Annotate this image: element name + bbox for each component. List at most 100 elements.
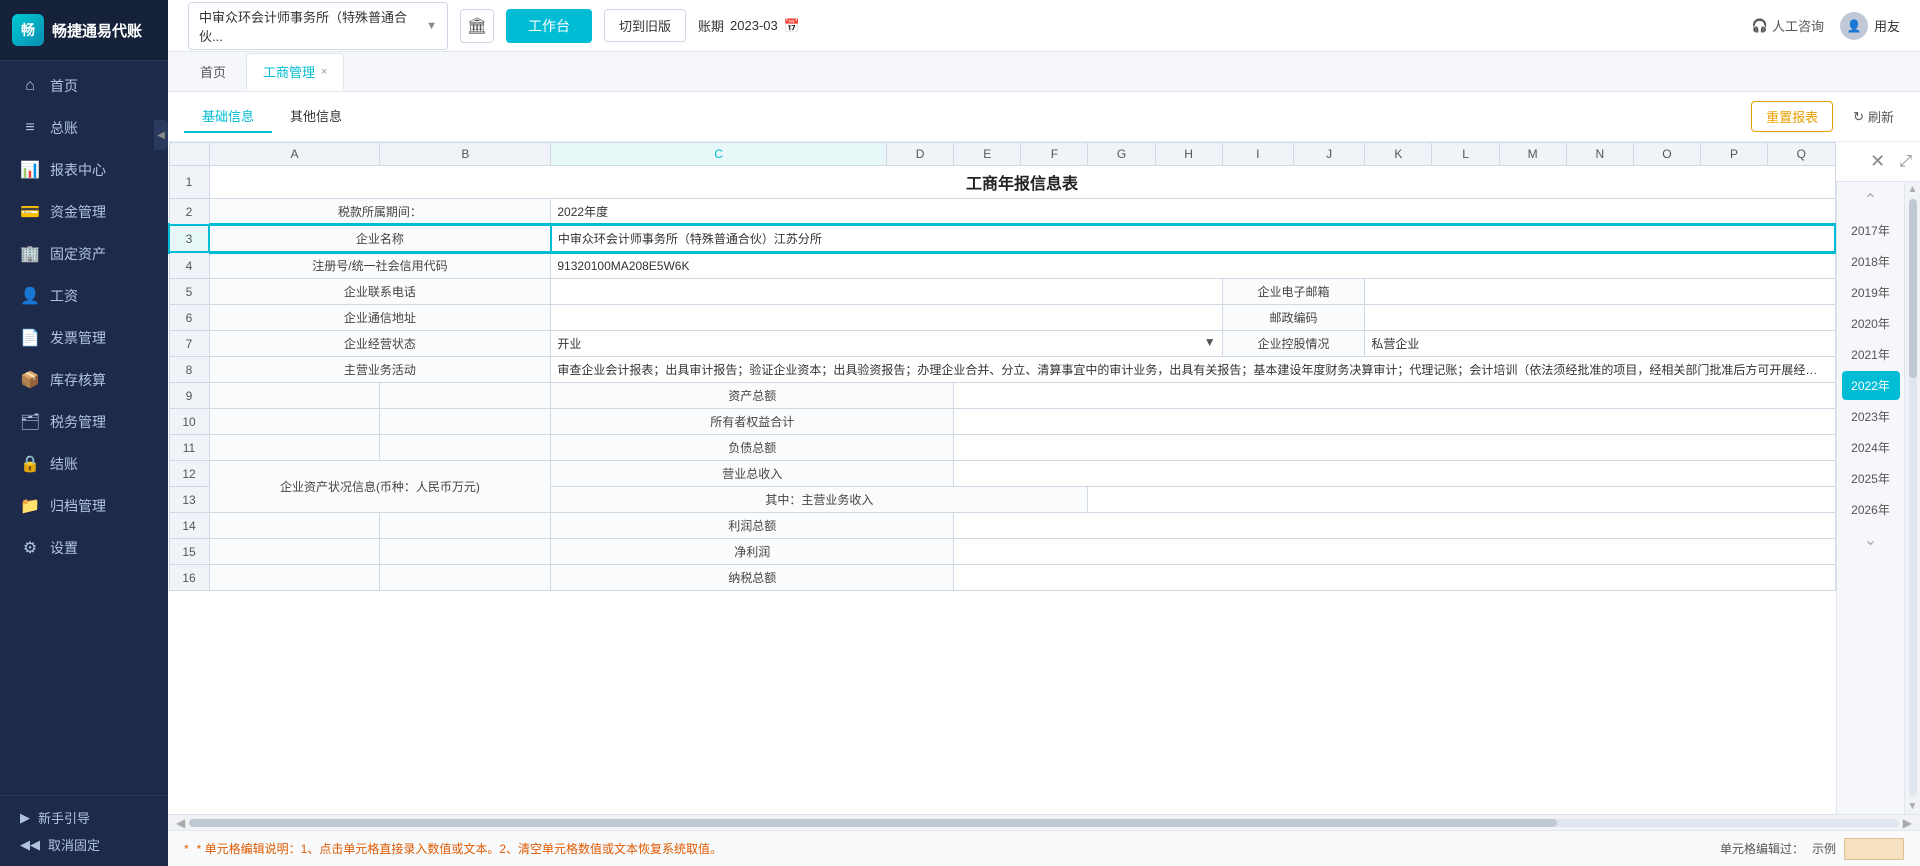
expand-icon[interactable]: ⤢ [1899, 153, 1912, 171]
net-profit-value[interactable] [954, 539, 1835, 565]
year-2023[interactable]: 2023年 [1842, 402, 1900, 431]
reg-code-value[interactable]: 91320100MA208E5W6K [551, 252, 1835, 279]
year-2018[interactable]: 2018年 [1842, 247, 1900, 276]
calendar-icon[interactable]: 📅 [784, 18, 800, 34]
sidebar-item-assets[interactable]: 🏢 固定资产 [0, 233, 168, 275]
sidebar-item-home[interactable]: ⌂ 首页 [0, 65, 168, 107]
year-2022[interactable]: 2022年 [1842, 371, 1900, 400]
reset-button[interactable]: 重置报表 [1751, 101, 1833, 132]
company-name-value[interactable]: 中审众环会计师事务所（特殊普通合伙）江苏分所 [551, 225, 1835, 252]
year-2026[interactable]: 2026年 [1842, 495, 1900, 524]
sidebar-item-inventory-label: 库存核算 [50, 370, 106, 390]
unpin-btn[interactable]: ◀◀ 取消固定 [20, 835, 148, 854]
sidebar-item-invoice[interactable]: 📄 发票管理 [0, 317, 168, 359]
address-value[interactable] [551, 305, 1222, 331]
year-2024[interactable]: 2024年 [1842, 433, 1900, 462]
stock-value[interactable]: 私营企业 [1365, 331, 1835, 357]
sidebar-item-finance[interactable]: 💳 资金管理 [0, 191, 168, 233]
tab-other-info[interactable]: 其他信息 [272, 100, 360, 133]
period-value-cell[interactable]: 2022年度 [551, 199, 1835, 226]
reg-code-label: 注册号/统一社会信用代码 [209, 252, 551, 279]
empty-10b [380, 409, 551, 435]
table-row-highlight: 3 企业名称 中审众环会计师事务所（特殊普通合伙）江苏分所 [169, 225, 1835, 252]
sidebar-item-inventory[interactable]: 📦 库存核算 [0, 359, 168, 401]
service-button[interactable]: 🎧 人工咨询 [1752, 16, 1824, 35]
phone-value[interactable] [551, 279, 1222, 305]
example-box [1844, 838, 1904, 860]
sidebar-item-closing[interactable]: 🔒 结账 [0, 443, 168, 485]
refresh-button[interactable]: ↻ 刷新 [1843, 102, 1904, 131]
tab-basic-info[interactable]: 基础信息 [184, 100, 272, 133]
table-row: 8 主营业务活动 审查企业会计报表；出具审计报告；验证企业资本；出具验资报告；办… [169, 357, 1835, 383]
col-p: P [1700, 143, 1767, 166]
email-value[interactable] [1365, 279, 1835, 305]
scroll-right-icon[interactable]: ▶ [1899, 816, 1916, 830]
sidebar-item-hr[interactable]: 👤 工资 [0, 275, 168, 317]
address-label: 企业通信地址 [209, 305, 551, 331]
row-num-1: 1 [169, 166, 209, 199]
biz-status-value[interactable]: 开业 ▼ [551, 331, 1222, 357]
main-revenue-value[interactable] [1088, 487, 1835, 513]
logo-icon: 畅 [12, 14, 44, 46]
tab-home[interactable]: 首页 [184, 54, 242, 91]
old-version-button[interactable]: 切到旧版 [604, 9, 686, 42]
new-guide-btn[interactable]: ▶ 新手引导 [20, 808, 148, 827]
sidebar-item-archive[interactable]: 📁 归档管理 [0, 485, 168, 527]
sidebar-item-tax[interactable]: 🗂 税务管理 [0, 401, 168, 443]
year-2020[interactable]: 2020年 [1842, 309, 1900, 338]
profit-value[interactable] [954, 513, 1835, 539]
equity-value[interactable] [954, 409, 1835, 435]
equity-label: 所有者权益合计 [551, 409, 954, 435]
year-down-arrow[interactable]: ⌄ [1860, 526, 1881, 554]
col-i: I [1222, 143, 1293, 166]
row-num-2: 2 [169, 199, 209, 226]
ledger-icon: ≡ [20, 119, 40, 137]
year-2019[interactable]: 2019年 [1842, 278, 1900, 307]
topbar: 中审众环会计师事务所（特殊普通合伙... ▼ 🏛 工作台 切到旧版 账期 202… [168, 0, 1920, 52]
year-2025[interactable]: 2025年 [1842, 464, 1900, 493]
table-container[interactable]: A B C D E F G H I J K L [168, 142, 1836, 814]
sidebar-item-reports[interactable]: 📊 报表中心 [0, 149, 168, 191]
year-2017[interactable]: 2017年 [1842, 216, 1900, 245]
scroll-left-icon[interactable]: ◀ [172, 816, 189, 830]
empty-16a [209, 565, 380, 591]
year-2021[interactable]: 2021年 [1842, 340, 1900, 369]
postal-value[interactable] [1365, 305, 1835, 331]
sub-header: 基础信息 其他信息 重置报表 ↻ 刷新 [168, 92, 1920, 142]
table-row: 10 所有者权益合计 [169, 409, 1835, 435]
col-q: Q [1768, 143, 1835, 166]
col-a: A [209, 143, 380, 166]
guide-label: 新手引导 [38, 808, 90, 827]
topbar-right: 🎧 人工咨询 👤 用友 [1752, 12, 1900, 40]
row-num-8: 8 [169, 357, 209, 383]
win-controls: ✕ ⤢ [1836, 142, 1920, 182]
row-num-9: 9 [169, 383, 209, 409]
close-icon[interactable]: × [321, 66, 327, 78]
company-settings-btn[interactable]: 🏛 [460, 9, 494, 43]
home-icon: ⌂ [20, 77, 40, 95]
sidebar-item-ledger[interactable]: ≡ 总账 [0, 107, 168, 149]
close-win-icon[interactable]: ✕ [1870, 151, 1885, 172]
col-f: F [1021, 143, 1088, 166]
v-scrollbar[interactable]: ▲ ▼ [1904, 182, 1920, 814]
app-title: 畅捷通易代账 [52, 20, 142, 41]
empty-16b [380, 565, 551, 591]
workbench-button[interactable]: 工作台 [506, 9, 592, 43]
revenue-value[interactable] [954, 461, 1835, 487]
debt-value[interactable] [954, 435, 1835, 461]
company-selector[interactable]: 中审众环会计师事务所（特殊普通合伙... ▼ [188, 2, 448, 50]
sidebar-bottom: ▶ 新手引导 ◀◀ 取消固定 [0, 795, 168, 866]
sidebar-item-settings[interactable]: ⚙ 设置 [0, 527, 168, 569]
service-label: 人工咨询 [1772, 16, 1824, 35]
tax-total-value[interactable] [954, 565, 1835, 591]
finance-icon: 💳 [20, 202, 40, 222]
total-assets-value[interactable] [954, 383, 1835, 409]
sidebar-item-reports-label: 报表中心 [50, 160, 106, 180]
edit-over-label: 单元格编辑过： [1720, 840, 1804, 857]
main-biz-value[interactable]: 审查企业会计报表；出具审计报告；验证企业资本；出具验资报告；办理企业合并、分立、… [551, 357, 1835, 383]
h-scrollbar[interactable]: ◀ ▶ [168, 814, 1920, 830]
year-up-arrow[interactable]: ⌃ [1860, 186, 1881, 214]
biz-status-label: 企业经营状态 [209, 331, 551, 357]
period-value: 2023-03 [730, 18, 778, 33]
tab-gongshang[interactable]: 工商管理 × [246, 53, 344, 91]
